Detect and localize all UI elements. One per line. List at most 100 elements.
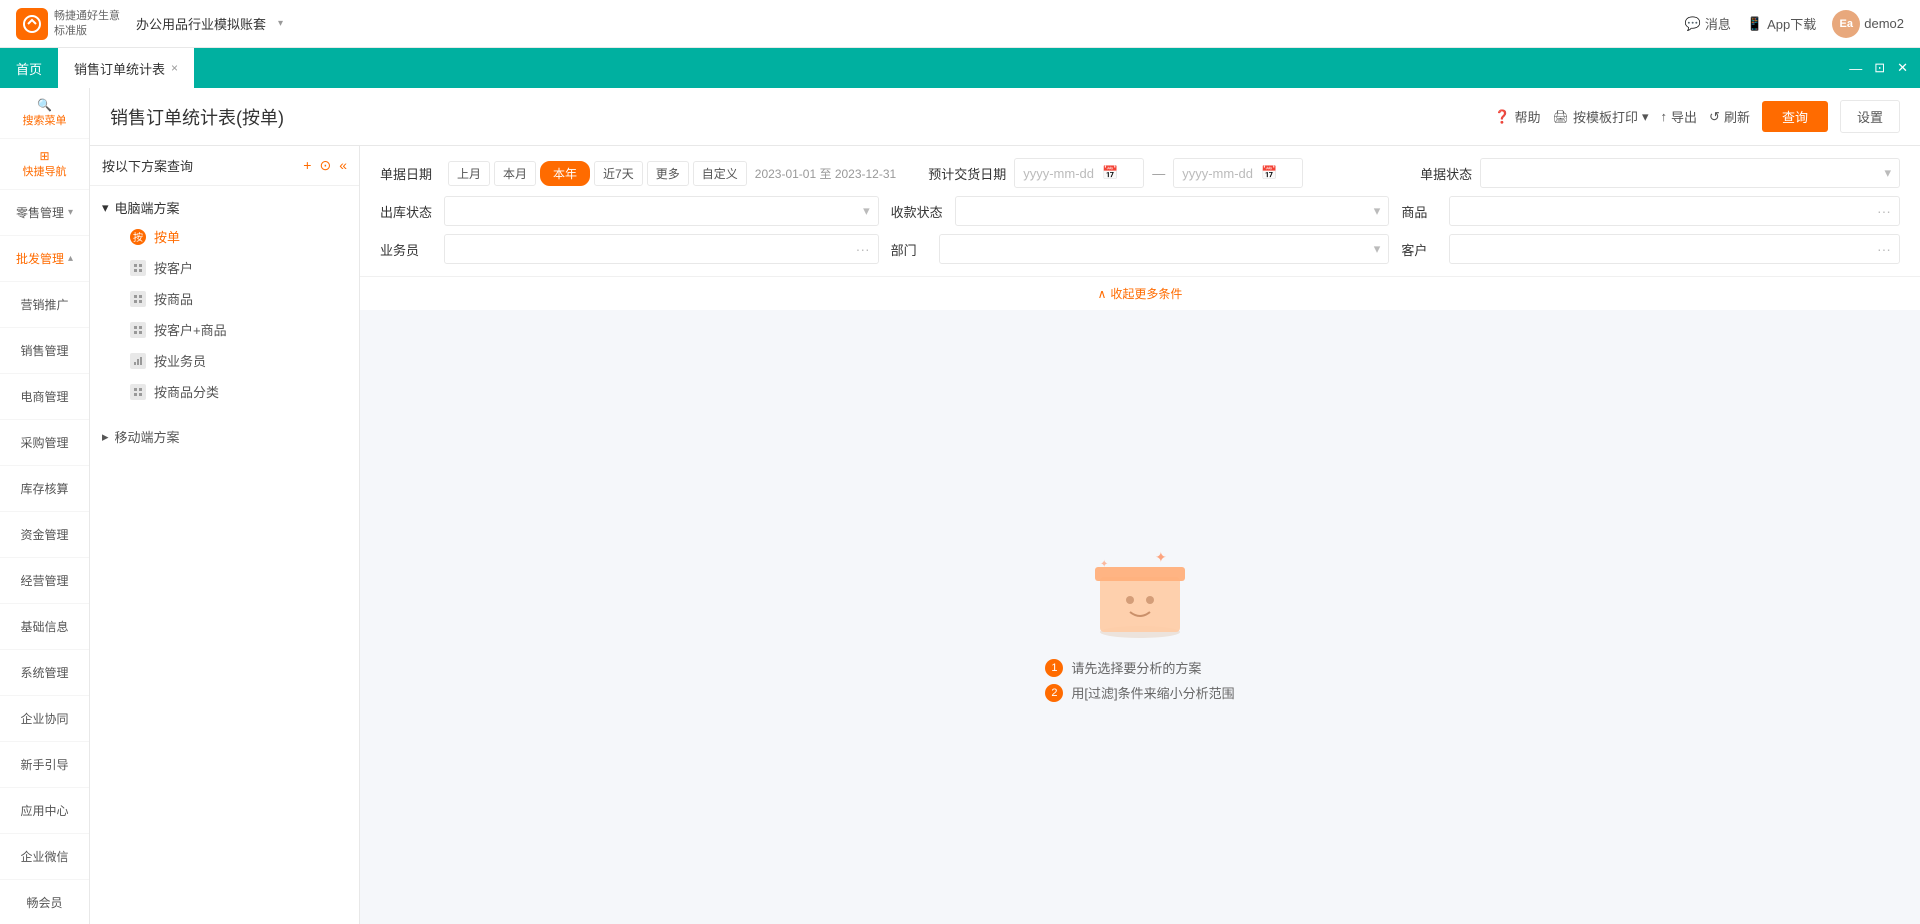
customer-input[interactable]: ··· <box>1449 234 1900 264</box>
window-close-icon[interactable]: ✕ <box>1897 60 1908 76</box>
sidebar-quick-nav[interactable]: ⊞ 快捷导航 <box>0 139 89 190</box>
goods-input[interactable]: ··· <box>1449 196 1900 226</box>
sidebar-item-wholesale[interactable]: 批发管理 ▴ <box>0 236 89 282</box>
sidebar-item-enterprise[interactable]: 企业协同 <box>0 696 89 742</box>
scheme-group-mobile: ▸ 移动端方案 <box>90 415 359 458</box>
sidebar-item-purchase[interactable]: 采购管理 <box>0 420 89 466</box>
sidebar-item-basic[interactable]: 基础信息 <box>0 604 89 650</box>
scheme-item-by-customer[interactable]: 按客户 <box>102 252 347 283</box>
scheme-icon-order: 按 <box>130 229 146 245</box>
dept-label: 部门 <box>891 240 931 259</box>
tab-sales-order[interactable]: 销售订单统计表 × <box>58 48 194 88</box>
dept-chevron-icon: ▾ <box>1374 241 1381 257</box>
receive-status-chevron-icon: ▾ <box>1374 203 1381 219</box>
tab-home[interactable]: 首页 <box>0 48 58 88</box>
print-button[interactable]: 🖨 按模板打印 ▾ <box>1552 107 1648 126</box>
sidebar-item-wechat[interactable]: 企业微信 <box>0 834 89 880</box>
sidebar-item-finance[interactable]: 资金管理 <box>0 512 89 558</box>
refresh-button[interactable]: ↺ 刷新 <box>1709 107 1750 126</box>
date-btn-last-month[interactable]: 上月 <box>448 161 490 186</box>
goods-label: 商品 <box>1401 202 1441 221</box>
scheme-icon-customer <box>130 260 146 276</box>
sidebar-search[interactable]: 🔍 搜索菜单 <box>0 88 89 139</box>
sidebar-item-marketing[interactable]: 营销推广 <box>0 282 89 328</box>
sidebar-item-guide[interactable]: 新手引导 <box>0 742 89 788</box>
out-status-select[interactable]: ▾ <box>444 196 879 226</box>
sidebar-item-inventory[interactable]: 库存核算 <box>0 466 89 512</box>
logo-icon <box>16 8 48 40</box>
hint-num-2: 2 <box>1045 684 1063 702</box>
app-title-dropdown-icon[interactable]: ▾ <box>278 18 283 29</box>
scheme-group-mobile-title[interactable]: ▸ 移动端方案 <box>102 423 347 450</box>
dept-select[interactable]: ▾ <box>939 234 1390 264</box>
export-button[interactable]: ↑ 导出 <box>1661 107 1698 126</box>
date-btn-7days[interactable]: 近7天 <box>594 161 643 186</box>
add-scheme-icon[interactable]: + <box>303 157 311 174</box>
sidebar-item-ecommerce[interactable]: 电商管理 <box>0 374 89 420</box>
sidebar-item-member[interactable]: 畅会员 <box>0 880 89 924</box>
filter-row-2: 出库状态 ▾ 收款状态 ▾ <box>360 196 1920 234</box>
customer-label: 客户 <box>1401 240 1441 259</box>
date-btn-this-month[interactable]: 本月 <box>494 161 536 186</box>
receive-status-select[interactable]: ▾ <box>955 196 1390 226</box>
filter-out-status: 出库状态 ▾ <box>380 196 879 226</box>
scheme-icon-customer-goods <box>130 322 146 338</box>
query-button[interactable]: 查询 <box>1762 101 1828 132</box>
scheme-item-by-goods-category[interactable]: 按商品分类 <box>102 376 347 407</box>
scheme-item-by-order[interactable]: 按 按单 <box>102 221 347 252</box>
search-icon: 🔍 <box>8 98 81 112</box>
sidebar-item-system[interactable]: 系统管理 <box>0 650 89 696</box>
avatar: Ea <box>1832 10 1860 38</box>
nav-spacer <box>194 48 1837 88</box>
left-panel-title: 按以下方案查询 <box>102 156 193 175</box>
date-label: 单据日期 <box>380 164 436 183</box>
left-panel: 按以下方案查询 + ⊙ « ▾ 电脑端方案 按 按单 <box>90 146 360 924</box>
scheme-item-by-goods[interactable]: 按商品 <box>102 283 347 314</box>
collapse-panel-icon[interactable]: « <box>339 157 347 174</box>
export-icon: ↑ <box>1661 109 1668 124</box>
empty-hints: 1 请先选择要分析的方案 2 用[过滤]条件来缩小分析范围 <box>1045 658 1234 702</box>
status-select[interactable]: ▾ <box>1480 158 1900 188</box>
expected-date-end[interactable]: yyyy-mm-dd 📅 <box>1173 158 1303 188</box>
minimize-icon[interactable]: — <box>1849 61 1862 76</box>
left-panel-icons: + ⊙ « <box>303 157 347 174</box>
salesman-label: 业务员 <box>380 240 436 259</box>
filter-dept: 部门 ▾ <box>891 234 1390 264</box>
empty-hint-2: 2 用[过滤]条件来缩小分析范围 <box>1045 683 1234 702</box>
empty-state: ✦ ✦ 1 请先选择要分析的方案 <box>360 310 1920 924</box>
sidebar-item-app[interactable]: 应用中心 <box>0 788 89 834</box>
status-chevron-icon: ▾ <box>1884 165 1891 181</box>
filter-salesman: 业务员 ··· <box>380 234 879 264</box>
message-button[interactable]: 💬 消息 <box>1685 14 1731 33</box>
mobile-group-expand-icon: ▸ <box>102 429 109 445</box>
date-btn-custom[interactable]: 自定义 <box>693 161 747 186</box>
settings-scheme-icon[interactable]: ⊙ <box>319 157 331 174</box>
expected-date-start[interactable]: yyyy-mm-dd 📅 <box>1014 158 1144 188</box>
message-icon: 💬 <box>1685 16 1701 32</box>
filter-goods: 商品 ··· <box>1401 196 1900 226</box>
user-menu[interactable]: Ea demo2 <box>1832 10 1904 38</box>
sidebar-item-retail[interactable]: 零售管理 ▾ <box>0 190 89 236</box>
page-title: 销售订单统计表(按单) <box>110 104 284 130</box>
print-dropdown-icon: ▾ <box>1642 109 1649 125</box>
scheme-item-by-salesman[interactable]: 按业务员 <box>102 345 347 376</box>
date-btn-this-year[interactable]: 本年 <box>540 161 590 186</box>
customer-ellipsis-icon: ··· <box>1877 241 1891 257</box>
tab-close-icon[interactable]: × <box>171 61 178 75</box>
sidebar-item-sales[interactable]: 销售管理 <box>0 328 89 374</box>
sidebar-item-operations[interactable]: 经营管理 <box>0 558 89 604</box>
collapse-bar[interactable]: ∧ 收起更多条件 <box>360 276 1920 310</box>
scheme-group-pc-title[interactable]: ▾ 电脑端方案 <box>102 194 347 221</box>
goods-ellipsis-icon: ··· <box>1877 203 1891 219</box>
setting-button[interactable]: 设置 <box>1840 100 1900 133</box>
date-btn-more[interactable]: 更多 <box>647 161 689 186</box>
help-button[interactable]: ❓ 帮助 <box>1494 107 1540 126</box>
maximize-icon[interactable]: ⊡ <box>1874 60 1885 76</box>
scheme-item-by-customer-goods[interactable]: 按客户+商品 <box>102 314 347 345</box>
panel-layout: 按以下方案查询 + ⊙ « ▾ 电脑端方案 按 按单 <box>90 146 1920 924</box>
salesman-input[interactable]: ··· <box>444 234 879 264</box>
chevron-right-icon: ▾ <box>68 207 73 218</box>
app-download-button[interactable]: 📱 App下载 <box>1747 14 1816 33</box>
filter-status: 单据状态 ▾ <box>1420 158 1900 188</box>
out-status-label: 出库状态 <box>380 202 436 221</box>
